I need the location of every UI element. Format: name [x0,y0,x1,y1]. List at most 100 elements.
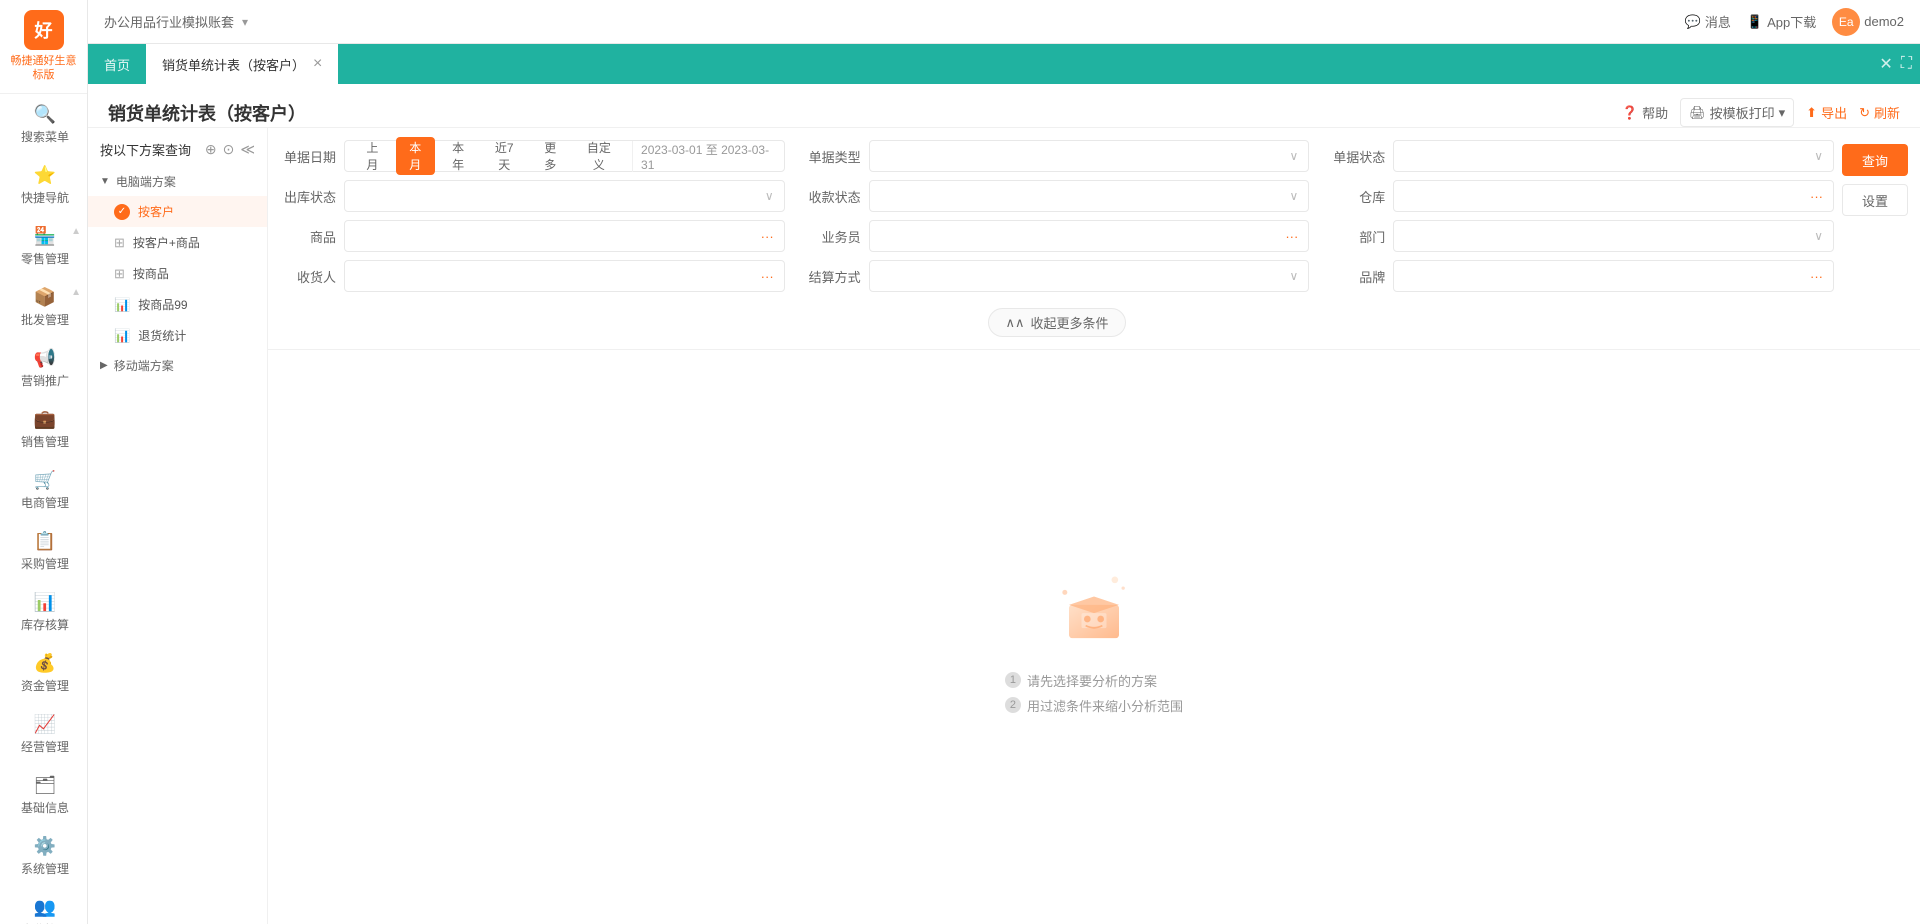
message-btn[interactable]: 💬 消息 [1685,12,1731,31]
filter-area: 单据日期 上月 本月 本年 近7天 更多 自定义 2023-03-01 至 20… [268,128,1920,350]
tip-text-1: 请先选择要分析的方案 [1027,671,1157,690]
date-btn-this-year[interactable]: 本年 [439,137,478,175]
finance-icon: 💰 [34,653,56,674]
collapse-btn[interactable]: ∧∧ 收起更多条件 [988,308,1125,337]
scheme-item-by-goods[interactable]: ⊞ 按商品 [88,258,267,289]
print-dropdown-icon: ▾ [1779,105,1786,121]
brand-more-icon: ··· [1810,269,1823,284]
help-btn[interactable]: ❓ 帮助 [1622,103,1668,122]
refresh-btn[interactable]: ↻ 刷新 [1859,103,1900,122]
scheme-group-pc-title[interactable]: ▼ 电脑端方案 [88,167,267,196]
by-customer-goods-icon: ⊞ [114,235,125,251]
sidebar-item-basic[interactable]: 🗂 基础信息 [0,765,87,826]
brand-field[interactable]: ··· [1393,260,1834,292]
order-status-label: 单据状态 [1329,147,1385,166]
warehouse-more-icon: ··· [1810,189,1823,204]
filter-consignee-item: 收货人 ··· [280,260,785,292]
scheme-settings-btn[interactable]: ⊙ [223,141,235,158]
date-btn-7days[interactable]: 近7天 [482,137,527,175]
date-label: 单据日期 [280,147,336,166]
payment-label: 收款状态 [805,187,861,206]
consignee-field[interactable]: ··· [344,260,785,292]
sidebar-item-inventory[interactable]: 📊 库存核算 [0,582,87,643]
delivery-select[interactable]: ∨ [344,180,785,212]
scheme-item-by-customer-goods[interactable]: ⊞ 按客户+商品 [88,227,267,258]
tab-bar-actions: ✕ ⛶ [1879,54,1920,74]
goods-field[interactable]: ··· [344,220,785,252]
app-download-icon: 📱 [1747,14,1763,30]
wholesale-icon: 📦 [34,287,56,308]
scheme-item-by-goods-99[interactable]: 📊 按商品99 [88,289,267,320]
scheme-item-by-customer-label: 按客户 [138,203,174,220]
sidebar-item-system[interactable]: ⚙️ 系统管理 [0,826,87,887]
inventory-icon: 📊 [34,592,56,613]
payment-select[interactable]: ∨ [869,180,1310,212]
user-menu[interactable]: Ea demo2 [1832,8,1904,36]
date-btn-this-month[interactable]: 本月 [396,137,435,175]
sidebar-label-basic: 基础信息 [21,799,69,816]
export-icon: ⬆ [1806,105,1817,121]
settlement-select[interactable]: ∨ [869,260,1310,292]
filter-settlement-item: 结算方式 ∨ [805,260,1310,292]
sidebar-item-search[interactable]: 🔍 搜索菜单 [0,94,87,155]
export-btn[interactable]: ⬆ 导出 [1806,103,1847,122]
goods-label: 商品 [280,227,336,246]
scheme-group-pc: ▼ 电脑端方案 ✓ 按客户 ⊞ 按客户+商品 ⊞ 按商品 [88,167,267,351]
logo-text: 畅捷通好生意标版 [11,54,77,83]
order-status-select[interactable]: ∨ [1393,140,1834,172]
warehouse-field[interactable]: ··· [1393,180,1834,212]
tab-fullscreen-btn[interactable]: ⛶ [1901,55,1912,73]
date-btn-last-month[interactable]: 上月 [353,137,392,175]
by-goods-99-icon: 📊 [114,297,130,313]
print-icon: 🖨 [1689,105,1706,121]
header-right: 💬 消息 📱 App下载 Ea demo2 [1685,8,1904,36]
tab-home[interactable]: 首页 [88,44,146,84]
scheme-collapse-btn[interactable]: ≪ [240,141,255,158]
tab-sales-stat[interactable]: 销货单统计表（按客户） × [146,44,338,84]
collapse-bar: ∧∧ 收起更多条件 [280,300,1834,349]
order-type-label: 单据类型 [805,147,861,166]
settings-btn[interactable]: 设置 [1842,184,1908,216]
order-type-select[interactable]: ∨ [869,140,1310,172]
empty-tip-1: 1 请先选择要分析的方案 [1005,671,1183,690]
sidebar-item-ecommerce[interactable]: 🛒 电商管理 [0,460,87,521]
date-btn-more[interactable]: 更多 [531,137,570,175]
message-label: 消息 [1705,12,1731,31]
filter-results-area: 单据日期 上月 本月 本年 近7天 更多 自定义 2023-03-01 至 20… [268,128,1920,924]
sidebar-item-marketing[interactable]: 📢 营销推广 [0,338,87,399]
export-label: 导出 [1821,103,1847,122]
scheme-item-return-stat-label: 退货统计 [138,327,186,344]
scheme-item-return-stat[interactable]: 📊 退货统计 [88,320,267,351]
salesman-field[interactable]: ··· [869,220,1310,252]
tab-bar: 首页 销货单统计表（按客户） × ✕ ⛶ [88,44,1920,84]
query-btn[interactable]: 查询 [1842,144,1908,176]
sidebar-item-retail[interactable]: 🏪 零售管理 ▲ [0,216,87,277]
print-btn[interactable]: 🖨 按模板打印 ▾ [1680,98,1794,127]
sidebar-label-sales: 销售管理 [21,433,69,450]
app-download-btn[interactable]: 📱 App下载 [1747,12,1816,31]
dept-select[interactable]: ∨ [1393,220,1834,252]
sidebar-item-corp[interactable]: 👥 企业协同 [0,887,87,924]
scheme-item-by-customer[interactable]: ✓ 按客户 [88,196,267,227]
sidebar-item-sales[interactable]: 💼 销售管理 [0,399,87,460]
sidebar-item-purchase[interactable]: 📋 采购管理 [0,521,87,582]
date-filter[interactable]: 上月 本月 本年 近7天 更多 自定义 2023-03-01 至 2023-03… [344,140,785,172]
filter-date-item: 单据日期 上月 本月 本年 近7天 更多 自定义 2023-03-01 至 20… [280,140,785,172]
brand-label: 品牌 [1329,267,1385,286]
scheme-group-mobile-title[interactable]: ▶ 移动端方案 [88,351,267,380]
sidebar-item-wholesale[interactable]: 📦 批发管理 ▲ [0,277,87,338]
tab-close-icon[interactable]: × [313,56,322,72]
app-download-label: App下载 [1767,12,1816,31]
logo: 好 畅捷通好生意标版 [0,0,87,94]
payment-arrow-icon: ∨ [1290,189,1299,203]
action-buttons: 查询 设置 [1842,140,1908,216]
header-dropdown-icon[interactable]: ▾ [242,15,248,29]
ecommerce-icon: 🛒 [34,470,56,491]
scheme-add-btn[interactable]: ⊕ [205,141,217,158]
filter-fields: 单据日期 上月 本月 本年 近7天 更多 自定义 2023-03-01 至 20… [280,140,1834,349]
sidebar-item-shortcut[interactable]: ⭐ 快捷导航 [0,155,87,216]
sidebar-item-finance[interactable]: 💰 资金管理 [0,643,87,704]
date-btn-custom[interactable]: 自定义 [574,137,624,175]
sidebar-item-operation[interactable]: 📈 经营管理 [0,704,87,765]
tab-close-all-btn[interactable]: ✕ [1879,54,1892,74]
